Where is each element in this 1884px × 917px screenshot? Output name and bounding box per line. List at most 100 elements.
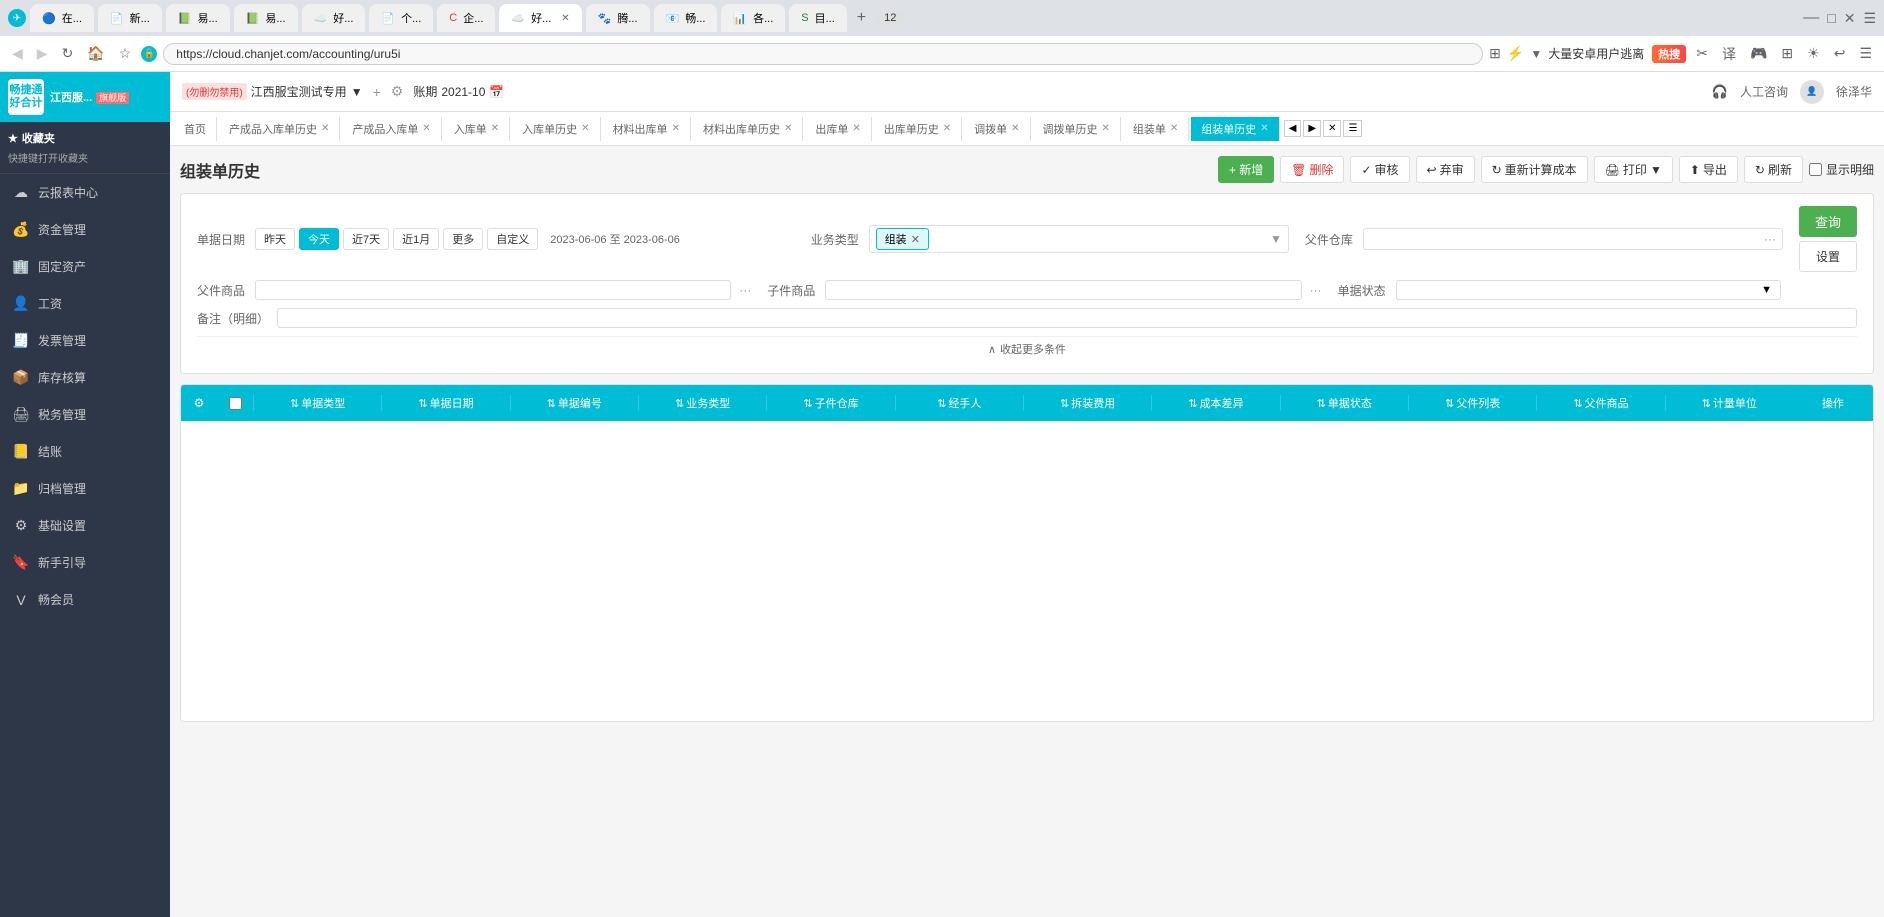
filter-settings-button[interactable]: 设置: [1799, 241, 1857, 272]
dropdown-icon[interactable]: ▼: [1530, 47, 1542, 61]
th-disassembly-fee[interactable]: ⇅ 拆装费用: [1023, 395, 1151, 411]
tab-material-outbound-close[interactable]: ✕: [672, 123, 680, 134]
tab-outbound-history[interactable]: 出库单历史 ✕: [874, 117, 962, 141]
bookmark-button[interactable]: ☆: [115, 43, 136, 64]
tab-home[interactable]: 首页: [174, 117, 217, 141]
browser-tab-5[interactable]: ☁️ 好...: [302, 4, 366, 32]
menu-button[interactable]: ☰: [1855, 43, 1876, 64]
tab-outbound[interactable]: 出库单 ✕: [805, 117, 871, 141]
tab-material-outbound-history[interactable]: 材料出库单历史 ✕: [693, 117, 803, 141]
browser-tab-4[interactable]: 📗 易...: [234, 4, 298, 32]
th-type[interactable]: ⇅ 单据类型: [253, 395, 381, 411]
sidebar-item-vip[interactable]: V 畅会员: [0, 581, 170, 618]
parent-goods-input[interactable]: [255, 280, 731, 300]
export-button[interactable]: ⬆ 导出: [1679, 156, 1738, 183]
tab-finished-history-close[interactable]: ✕: [321, 123, 329, 134]
tab-transfer[interactable]: 调拨单 ✕: [964, 117, 1030, 141]
settings-icon[interactable]: ☰: [1863, 10, 1876, 27]
close-window-icon[interactable]: ✕: [1844, 10, 1856, 27]
th-order-status[interactable]: ⇅ 单据状态: [1280, 395, 1408, 411]
tab-8-close-icon[interactable]: ✕: [561, 13, 569, 24]
tab-material-outbound-history-close[interactable]: ✕: [784, 123, 792, 134]
tabs-close-button[interactable]: ✕: [1323, 120, 1341, 137]
tab-inbound-history[interactable]: 入库单历史 ✕: [512, 117, 600, 141]
sidebar-item-inventory[interactable]: 📦 库存核算: [0, 359, 170, 396]
sidebar-item-guide[interactable]: 🔖 新手引导: [0, 544, 170, 581]
tab-assembly-close[interactable]: ✕: [1170, 123, 1178, 134]
custom-date-btn[interactable]: 自定义: [487, 228, 538, 250]
sidebar-item-cloud-report[interactable]: ☁ 云报表中心: [0, 174, 170, 211]
yesterday-btn[interactable]: 昨天: [255, 228, 295, 250]
th-child-warehouse[interactable]: ⇅ 子件仓库: [766, 395, 894, 411]
sidebar-item-fund[interactable]: 💰 资金管理: [0, 211, 170, 248]
translate-button[interactable]: 译: [1718, 42, 1740, 66]
tab-material-outbound[interactable]: 材料出库单 ✕: [603, 117, 691, 141]
tab-assembly-history-close[interactable]: ✕: [1260, 123, 1268, 134]
sun-button[interactable]: ☀: [1803, 43, 1824, 64]
tab-inbound-close[interactable]: ✕: [491, 123, 499, 134]
browser-tab-7[interactable]: C 企...: [437, 4, 495, 32]
grid-button[interactable]: ⊞: [1777, 43, 1797, 64]
browser-tab-11[interactable]: 📊 各...: [721, 4, 785, 32]
th-parent-goods[interactable]: ⇅ 父件商品: [1536, 395, 1664, 411]
last1month-btn[interactable]: 近1月: [393, 228, 439, 250]
collapse-button[interactable]: ∧ 收起更多条件: [197, 336, 1857, 361]
favorites-subtitle[interactable]: 快捷键打开收藏夹: [8, 150, 162, 165]
sidebar-item-fixed-assets[interactable]: 🏢 固定资产: [0, 248, 170, 285]
th-settings[interactable]: ⚙: [181, 396, 217, 410]
more-btn-1[interactable]: ···: [1764, 232, 1776, 246]
th-checkbox[interactable]: [217, 397, 253, 410]
new-tab-button[interactable]: +: [851, 9, 872, 27]
lightning-icon[interactable]: ⚡: [1507, 45, 1524, 62]
query-button[interactable]: 查询: [1799, 206, 1857, 237]
browser-tab-8[interactable]: ☁️ 好... ✕: [499, 4, 581, 32]
sidebar-item-salary[interactable]: 👤 工资: [0, 285, 170, 322]
minimize-icon[interactable]: —: [1803, 9, 1819, 27]
browser-tab-10[interactable]: 📧 畅...: [654, 4, 718, 32]
support-label[interactable]: 人工咨询: [1740, 83, 1788, 100]
tabs-next-button[interactable]: ▶: [1303, 120, 1321, 137]
tab-assembly[interactable]: 组装单 ✕: [1123, 117, 1189, 141]
browser-tab-3[interactable]: 📗 易...: [166, 4, 230, 32]
forward-button[interactable]: ▶: [33, 43, 52, 64]
home-button[interactable]: 🏠: [83, 43, 108, 64]
tab-assembly-history[interactable]: 组装单历史 ✕: [1191, 117, 1279, 141]
company-selector[interactable]: (勿删勿禁用) 江西服宝测试专用 ▼: [182, 83, 363, 100]
parent-goods-more-btn[interactable]: ···: [739, 283, 751, 297]
th-date[interactable]: ⇅ 单据日期: [381, 395, 509, 411]
scissors-button[interactable]: ✂: [1692, 43, 1712, 64]
tabs-prev-button[interactable]: ◀: [1284, 120, 1302, 137]
tab-inbound[interactable]: 入库单 ✕: [444, 117, 510, 141]
browser-tab-1[interactable]: 🔵 在...: [30, 4, 94, 32]
game-button[interactable]: 🎮: [1746, 43, 1771, 64]
more-date-btn[interactable]: 更多: [443, 228, 483, 250]
print-button[interactable]: 🖨 打印 ▼: [1594, 156, 1673, 183]
audit-button[interactable]: ✓ 审核: [1350, 156, 1409, 183]
tab-transfer-history[interactable]: 调拨单历史 ✕: [1033, 117, 1121, 141]
browser-tab-6[interactable]: 📄 个...: [369, 4, 433, 32]
show-detail-checkbox-label[interactable]: 显示明细: [1809, 161, 1874, 178]
th-number[interactable]: ⇅ 单据编号: [510, 395, 638, 411]
tabs-menu-button[interactable]: ☰: [1343, 120, 1362, 137]
business-type-tag-close[interactable]: ✕: [911, 233, 920, 246]
browser-tab-2[interactable]: 📄 新...: [98, 4, 162, 32]
tab-finished-history[interactable]: 产成品入库单历史 ✕: [219, 117, 340, 141]
th-business-type[interactable]: ⇅ 业务类型: [638, 395, 766, 411]
browser-tab-9[interactable]: 🐾 腾...: [586, 4, 650, 32]
recalculate-button[interactable]: ↻ 重新计算成本: [1481, 156, 1588, 183]
add-company-button[interactable]: +: [373, 84, 381, 100]
tab-outbound-close[interactable]: ✕: [852, 123, 860, 134]
reload-button[interactable]: ↻: [58, 43, 78, 64]
tab-inbound-history-close[interactable]: ✕: [581, 123, 589, 134]
undo-button[interactable]: ↩: [1830, 43, 1850, 64]
today-btn[interactable]: 今天: [299, 228, 339, 250]
tab-finished-inbound[interactable]: 产成品入库单 ✕: [342, 117, 441, 141]
browser-tab-12[interactable]: S 目...: [789, 4, 847, 32]
period-selector[interactable]: 账期 2021-10 📅: [413, 83, 504, 100]
back-button[interactable]: ◀: [8, 43, 27, 64]
child-goods-input[interactable]: [825, 280, 1301, 300]
tab-transfer-close[interactable]: ✕: [1011, 123, 1019, 134]
sidebar-item-settings[interactable]: ⚙ 基础设置: [0, 507, 170, 544]
add-button[interactable]: + 新增: [1218, 156, 1274, 183]
sidebar-item-tax[interactable]: 🖨 税务管理: [0, 396, 170, 433]
